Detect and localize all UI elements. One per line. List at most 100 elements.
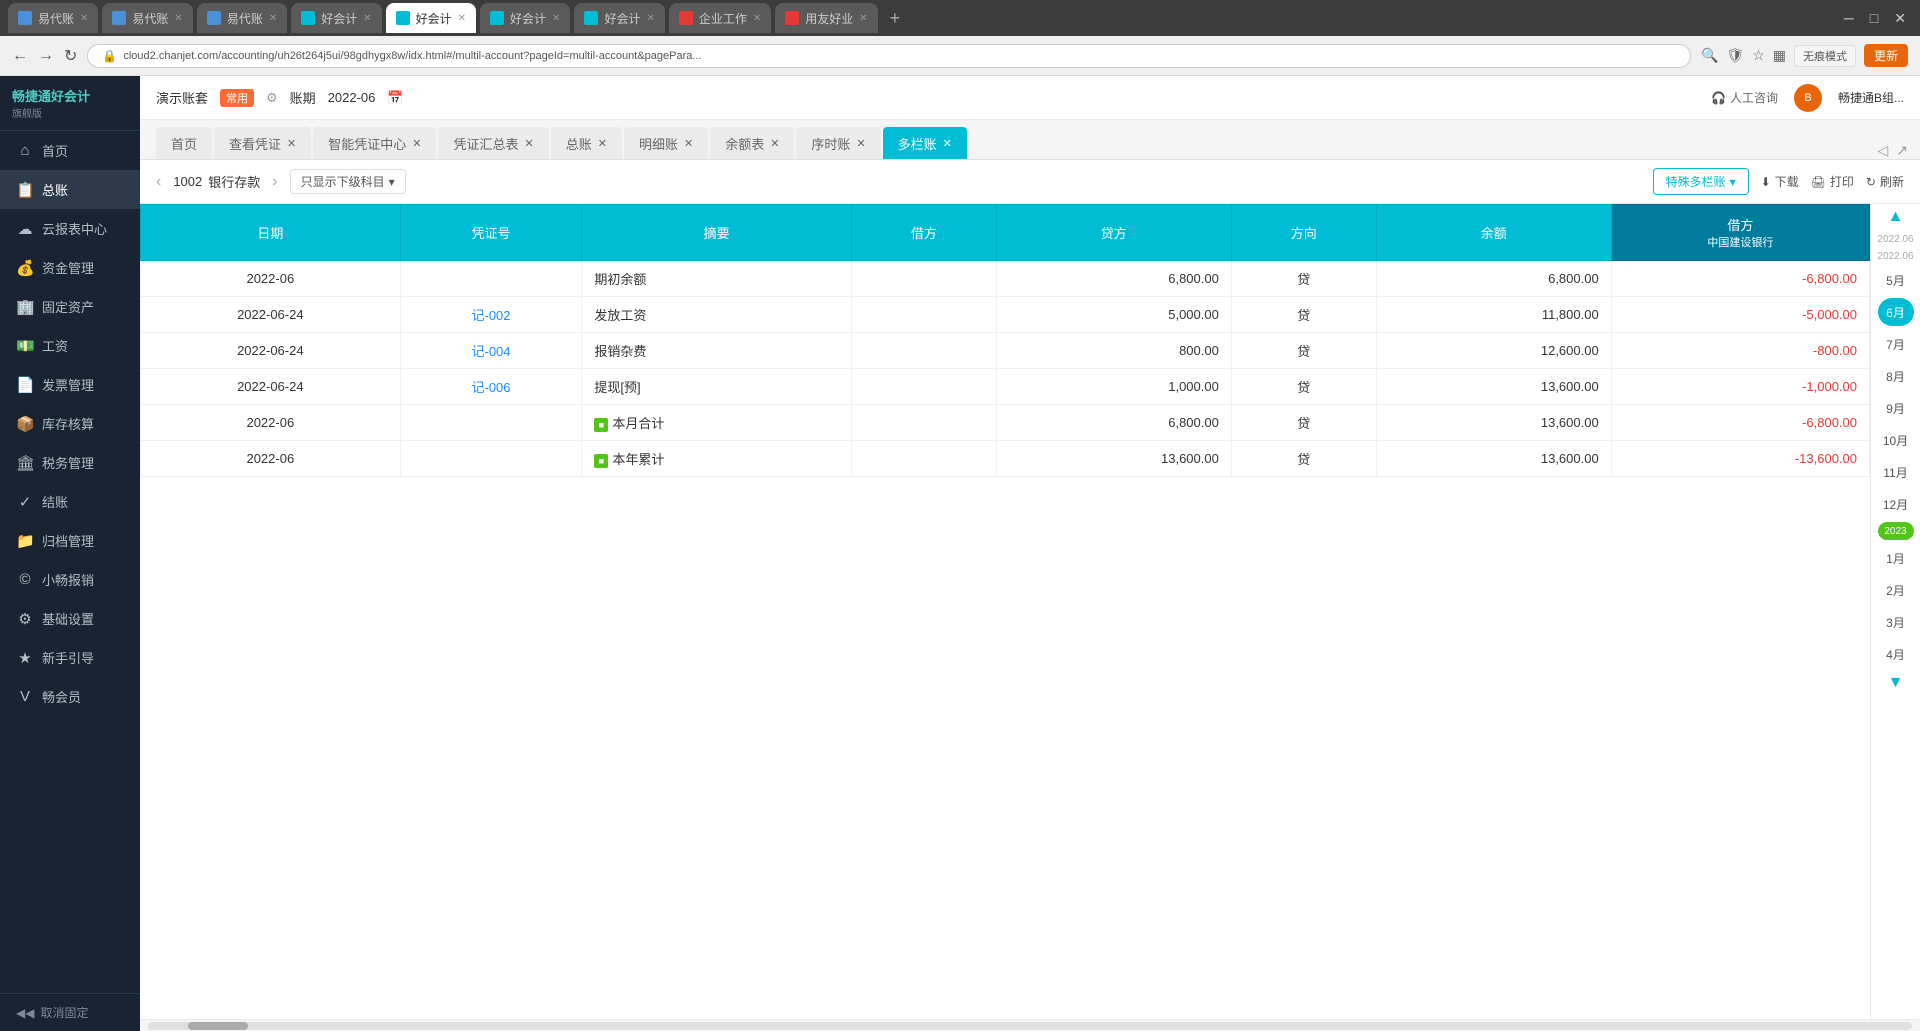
tab-close-1[interactable]: ✕ bbox=[80, 13, 88, 24]
close-voucher-summary[interactable]: ✕ bbox=[525, 137, 534, 150]
time-month-aug[interactable]: 8月 bbox=[1878, 362, 1914, 390]
h-scroll-thumb[interactable] bbox=[188, 1022, 248, 1030]
tab-close-5[interactable]: ✕ bbox=[458, 13, 466, 24]
search-icon[interactable]: 🔍 bbox=[1701, 47, 1718, 64]
sidebar-item-member[interactable]: V 畅会员 bbox=[0, 677, 140, 716]
page-tab-multi-col[interactable]: 多栏账 ✕ bbox=[883, 127, 967, 159]
sidebar-item-fund[interactable]: 💰 资金管理 bbox=[0, 248, 140, 287]
next-account-button[interactable]: › bbox=[272, 173, 277, 191]
time-month-dec[interactable]: 12月 bbox=[1878, 490, 1914, 518]
time-month-may[interactable]: 5月 bbox=[1878, 266, 1914, 294]
cell-voucher[interactable]: 记-004 bbox=[400, 333, 582, 369]
back-button[interactable]: ← bbox=[12, 47, 28, 65]
filter-dropdown[interactable]: 只显示下级科目 ▾ bbox=[290, 169, 406, 194]
browser-tab-2[interactable]: 易代账 ✕ bbox=[102, 3, 192, 33]
browser-tab-8[interactable]: 企业工作 ✕ bbox=[669, 3, 771, 33]
sidebar-toggle[interactable]: ▦ bbox=[1773, 47, 1786, 64]
sidebar-item-assets[interactable]: 🏢 固定资产 bbox=[0, 287, 140, 326]
download-button[interactable]: ⬇ 下载 bbox=[1761, 173, 1799, 190]
close-detail-ledger[interactable]: ✕ bbox=[684, 137, 693, 150]
refresh-button[interactable]: ↻ 刷新 bbox=[1866, 173, 1904, 190]
browser-tab-5[interactable]: 好会计 ✕ bbox=[386, 3, 476, 33]
sidebar-item-archive[interactable]: 📁 归档管理 bbox=[0, 521, 140, 560]
cell-voucher[interactable]: 记-006 bbox=[400, 369, 582, 405]
stealth-mode-button[interactable]: 无痕模式 bbox=[1794, 45, 1856, 67]
unpin-button[interactable]: ◀◀ 取消固定 bbox=[0, 993, 140, 1031]
minimize-button[interactable]: ─ bbox=[1838, 8, 1860, 28]
special-multi-col-button[interactable]: 特殊多栏账 ▾ bbox=[1653, 168, 1749, 195]
time-month-june[interactable]: 6月 bbox=[1878, 298, 1914, 326]
consult-button[interactable]: 🎧 人工咨询 bbox=[1711, 89, 1778, 106]
sidebar-item-ledger[interactable]: 📋 总账 bbox=[0, 170, 140, 209]
browser-tab-1[interactable]: 易代账 ✕ bbox=[8, 3, 98, 33]
time-month-oct[interactable]: 10月 bbox=[1878, 426, 1914, 454]
close-sequential[interactable]: ✕ bbox=[856, 137, 865, 150]
time-scroll-down[interactable]: ▼ bbox=[1884, 670, 1908, 696]
tab-close-2[interactable]: ✕ bbox=[174, 13, 182, 24]
expand-icon[interactable]: ↗ bbox=[1896, 142, 1908, 159]
maximize-button[interactable]: □ bbox=[1864, 8, 1884, 28]
sidebar-item-guide[interactable]: ★ 新手引导 bbox=[0, 638, 140, 677]
star-icon[interactable]: ☆ bbox=[1752, 47, 1765, 64]
close-general-ledger[interactable]: ✕ bbox=[598, 137, 607, 150]
close-balance[interactable]: ✕ bbox=[770, 137, 779, 150]
sidebar-item-close[interactable]: ✓ 结账 bbox=[0, 482, 140, 521]
tab-close-7[interactable]: ✕ bbox=[646, 13, 654, 24]
horizontal-scrollbar[interactable] bbox=[140, 1019, 1920, 1031]
time-month-mar[interactable]: 3月 bbox=[1878, 608, 1914, 636]
tab-close-4[interactable]: ✕ bbox=[363, 13, 371, 24]
tab-close-6[interactable]: ✕ bbox=[552, 13, 560, 24]
settings-gear-icon[interactable]: ⚙ bbox=[266, 90, 278, 106]
print-button[interactable]: 🖨 打印 bbox=[1811, 173, 1854, 190]
sidebar-item-tax[interactable]: 🏛 税务管理 bbox=[0, 443, 140, 482]
shield-icon[interactable]: 🛡 bbox=[1726, 47, 1744, 64]
time-month-jan[interactable]: 1月 bbox=[1878, 544, 1914, 572]
close-multi-col[interactable]: ✕ bbox=[943, 137, 952, 150]
page-tab-detail-ledger[interactable]: 明细账 ✕ bbox=[624, 127, 708, 159]
tab-close-9[interactable]: ✕ bbox=[859, 13, 867, 24]
prev-account-button[interactable]: ‹ bbox=[156, 173, 161, 191]
sidebar-item-inventory[interactable]: 📦 库存核算 bbox=[0, 404, 140, 443]
browser-tab-3[interactable]: 易代账 ✕ bbox=[197, 3, 287, 33]
time-month-july[interactable]: 7月 bbox=[1878, 330, 1914, 358]
update-button[interactable]: 更新 bbox=[1864, 44, 1908, 67]
reload-button[interactable]: ↻ bbox=[64, 46, 77, 66]
book-tag[interactable]: 常用 bbox=[220, 89, 254, 107]
page-tab-view-voucher[interactable]: 查看凭证 ✕ bbox=[214, 127, 311, 159]
cell-voucher[interactable]: 记-002 bbox=[400, 297, 582, 333]
sidebar-item-home[interactable]: ⌂ 首页 bbox=[0, 131, 140, 170]
tab-close-3[interactable]: ✕ bbox=[269, 13, 277, 24]
page-tab-balance[interactable]: 余额表 ✕ bbox=[710, 127, 794, 159]
time-month-nov[interactable]: 11月 bbox=[1878, 458, 1914, 486]
sidebar-item-settings[interactable]: ⚙ 基础设置 bbox=[0, 599, 140, 638]
browser-tab-6[interactable]: 好会计 ✕ bbox=[480, 3, 570, 33]
expense-icon: © bbox=[16, 571, 34, 588]
sidebar-item-expense[interactable]: © 小畅报销 bbox=[0, 560, 140, 599]
time-month-sep[interactable]: 9月 bbox=[1878, 394, 1914, 422]
sidebar-item-salary[interactable]: 💵 工资 bbox=[0, 326, 140, 365]
browser-tab-9[interactable]: 用友好业 ✕ bbox=[775, 3, 877, 33]
forward-button[interactable]: → bbox=[38, 47, 54, 65]
browser-tab-7[interactable]: 好会计 ✕ bbox=[574, 3, 664, 33]
page-tab-home[interactable]: 首页 bbox=[156, 127, 212, 159]
time-month-feb[interactable]: 2月 bbox=[1878, 576, 1914, 604]
close-button[interactable]: ✕ bbox=[1888, 8, 1912, 29]
close-view-voucher[interactable]: ✕ bbox=[287, 137, 296, 150]
page-tab-general-ledger[interactable]: 总账 ✕ bbox=[551, 127, 622, 159]
url-bar[interactable]: 🔒 cloud2.chanjet.com/accounting/uh26t264… bbox=[87, 44, 1691, 68]
tab-close-8[interactable]: ✕ bbox=[753, 13, 761, 24]
page-tab-sequential[interactable]: 序时账 ✕ bbox=[796, 127, 880, 159]
close-smart-voucher[interactable]: ✕ bbox=[412, 137, 421, 150]
page-tab-smart-voucher[interactable]: 智能凭证中心 ✕ bbox=[313, 127, 436, 159]
calendar-icon[interactable]: 📅 bbox=[387, 90, 403, 106]
account-code: 1002 bbox=[173, 174, 202, 189]
sidebar-item-invoice[interactable]: 📄 发票管理 bbox=[0, 365, 140, 404]
new-tab-button[interactable]: + bbox=[882, 8, 909, 29]
time-scroll-up[interactable]: ▲ bbox=[1884, 204, 1908, 230]
page-tab-voucher-summary[interactable]: 凭证汇总表 ✕ bbox=[438, 127, 548, 159]
sidebar-item-cloud-report[interactable]: ☁ 云报表中心 bbox=[0, 209, 140, 248]
collapse-icon[interactable]: ◁ bbox=[1877, 142, 1888, 159]
browser-tab-4[interactable]: 好会计 ✕ bbox=[291, 3, 381, 33]
h-scroll-track[interactable] bbox=[148, 1022, 1912, 1030]
time-month-apr[interactable]: 4月 bbox=[1878, 640, 1914, 668]
